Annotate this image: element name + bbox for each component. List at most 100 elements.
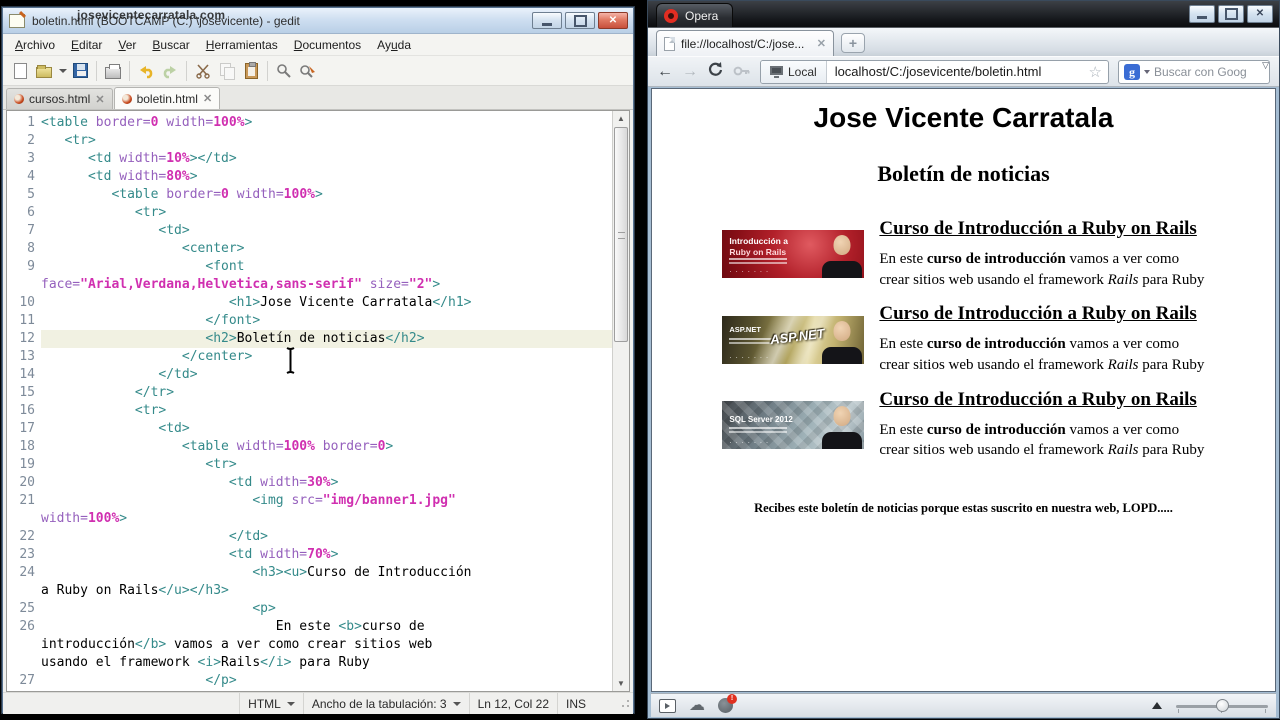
zoom-menu-icon[interactable]	[1152, 702, 1162, 709]
code-line[interactable]: face="Arial,Verdana,Helvetica,sans-serif…	[7, 276, 612, 294]
code-line[interactable]: 16 <tr>	[7, 402, 612, 420]
tab-list-chevron-icon[interactable]: ▽	[1262, 60, 1269, 71]
new-tab-button[interactable]: +	[841, 33, 865, 53]
code-line[interactable]: 19 <tr>	[7, 456, 612, 474]
code-line[interactable]: introducción</b> vamos a ver como crear …	[7, 636, 612, 654]
line-number: 26	[19, 619, 35, 634]
scroll-up-icon[interactable]: ▲	[613, 111, 629, 126]
editor-tab-cursos.html[interactable]: cursos.html ✕	[6, 88, 113, 109]
tab-close-icon[interactable]: ✕	[95, 93, 104, 106]
code-line[interactable]: 27 </p>	[7, 672, 612, 690]
print-icon[interactable]	[101, 59, 125, 83]
scrollbar-thumb[interactable]	[614, 127, 628, 342]
opera-titlebar[interactable]: Opera ✕	[648, 1, 1279, 27]
code-line[interactable]: 3 <td width=10%></td>	[7, 150, 612, 168]
tab-width-selector[interactable]: Ancho de la tabulación: 3	[302, 693, 469, 714]
code-line[interactable]: 8 <center>	[7, 240, 612, 258]
course-heading-link[interactable]: Curso de Introducción a Ruby on Rails	[879, 303, 1211, 325]
reload-icon[interactable]	[707, 61, 724, 83]
gedit-maximize-button[interactable]	[565, 12, 595, 29]
turbo-icon[interactable]: !	[718, 694, 737, 713]
redo-icon[interactable]	[158, 59, 182, 83]
gedit-text-editor[interactable]: 1 <table border=0 width=100%> 2 <tr> 3 <td …	[6, 110, 630, 692]
bookmark-star-icon[interactable]: ☆	[1089, 63, 1108, 81]
opera-restore-button[interactable]	[1218, 5, 1244, 23]
opera-menu-button[interactable]: Opera	[656, 3, 734, 27]
code-line[interactable]: 4 <td width=80%>	[7, 168, 612, 186]
code-line[interactable]: 11 </font>	[7, 312, 612, 330]
gedit-close-button[interactable]: ✕	[598, 12, 628, 29]
code-line[interactable]: 22 </td>	[7, 528, 612, 546]
open-file-icon[interactable]	[32, 59, 56, 83]
local-badge[interactable]: Local	[761, 60, 827, 83]
code-line[interactable]: 15 </tr>	[7, 384, 612, 402]
search-input[interactable]: Buscar con Goog	[1154, 65, 1247, 79]
opera-close-button[interactable]: ✕	[1247, 5, 1273, 23]
find-icon[interactable]	[272, 59, 296, 83]
zoom-slider-handle[interactable]	[1216, 698, 1229, 712]
code-line[interactable]: 21 <img src="img/banner1.jpg"	[7, 492, 612, 510]
scroll-down-icon[interactable]: ▼	[613, 676, 629, 691]
copy-icon[interactable]	[215, 59, 239, 83]
code-line[interactable]: 14 </td>	[7, 366, 612, 384]
code-area[interactable]: 1 <table border=0 width=100%> 2 <tr> 3 <td …	[7, 111, 612, 691]
save-icon[interactable]	[68, 59, 92, 83]
menu-archivo[interactable]: Archivo	[7, 36, 63, 54]
menu-ayuda[interactable]: Ayuda	[369, 36, 419, 54]
browser-tab[interactable]: file://localhost/C:/jose... ✕	[656, 30, 834, 56]
language-selector[interactable]: HTML	[239, 693, 303, 714]
code-line[interactable]: 26 En este <b>curso de	[7, 618, 612, 636]
course-banner-image-aspnet[interactable]: ASP.NET ASP.NET	[722, 315, 865, 364]
code-line[interactable]: 7 <td>	[7, 222, 612, 240]
editor-vertical-scrollbar[interactable]: ▲ ▼	[612, 111, 629, 691]
course-banner-image-sql[interactable]: SQL Server 2012	[722, 400, 865, 449]
code-line[interactable]: 23 <td width=70%>	[7, 546, 612, 564]
code-line[interactable]: a Ruby on Rails</u></h3>	[7, 582, 612, 600]
menu-ver[interactable]: Ver	[110, 36, 144, 54]
resize-grip[interactable]	[619, 697, 631, 710]
code-line[interactable]: width=100%>	[7, 510, 612, 528]
new-document-icon[interactable]	[8, 59, 32, 83]
opera-minimize-button[interactable]	[1189, 5, 1215, 23]
menu-herramientas[interactable]: Herramientas	[198, 36, 286, 54]
tab-close-icon[interactable]: ✕	[203, 92, 212, 105]
menu-editar[interactable]: Editar	[63, 36, 110, 54]
course-heading-link[interactable]: Curso de Introducción a Ruby on Rails	[879, 389, 1211, 411]
gedit-minimize-button[interactable]	[532, 12, 562, 29]
forward-icon[interactable]: →	[682, 63, 698, 80]
tab-close-icon[interactable]: ✕	[817, 37, 826, 50]
code-line[interactable]: 2 <tr>	[7, 132, 612, 150]
find-replace-icon[interactable]	[296, 59, 320, 83]
panel-toggle-icon[interactable]	[659, 698, 676, 713]
cloud-sync-icon[interactable]: ☁	[689, 697, 705, 714]
code-line[interactable]: 20 <td width=30%>	[7, 474, 612, 492]
code-line[interactable]: usando el framework <i>Rails</i> para Ru…	[7, 654, 612, 672]
code-line[interactable]: 18 <table width=100% border=0>	[7, 438, 612, 456]
search-box[interactable]: g Buscar con Goog	[1118, 59, 1270, 84]
search-engine-caret-icon[interactable]	[1144, 69, 1150, 74]
menu-buscar[interactable]: Buscar	[144, 36, 197, 54]
code-line[interactable]: 5 <table border=0 width=100%>	[7, 186, 612, 204]
gedit-titlebar[interactable]: boletin.html (BOOTCAMP (C:) \josevicente…	[3, 8, 633, 34]
code-line[interactable]: 25 <p>	[7, 600, 612, 618]
code-line[interactable]: 1 <table border=0 width=100%>	[7, 114, 612, 132]
zoom-slider[interactable]	[1176, 698, 1268, 714]
course-banner-image-ruby[interactable]: Introducción aRuby on Rails	[722, 230, 865, 279]
editor-tab-boletin.html[interactable]: boletin.html ✕	[113, 87, 221, 109]
current-code-line[interactable]: 12 <h2>Boletín de noticias</h2>	[7, 330, 612, 348]
paste-icon[interactable]	[239, 59, 263, 83]
open-dropdown-icon[interactable]	[56, 59, 68, 83]
address-bar[interactable]: Local localhost/C:/josevicente/boletin.h…	[760, 59, 1109, 84]
code-line[interactable]: 10 <h1>Jose Vicente Carratala</h1>	[7, 294, 612, 312]
code-line[interactable]: 24 <h3><u>Curso de Introducción	[7, 564, 612, 582]
undo-icon[interactable]	[134, 59, 158, 83]
course-heading-link[interactable]: Curso de Introducción a Ruby on Rails	[879, 218, 1211, 240]
back-icon[interactable]: ←	[657, 63, 673, 80]
cut-icon[interactable]	[191, 59, 215, 83]
code-line[interactable]: 6 <tr>	[7, 204, 612, 222]
code-line[interactable]: 17 <td>	[7, 420, 612, 438]
url-field[interactable]: localhost/C:/josevicente/boletin.html	[827, 64, 1089, 79]
menu-documentos[interactable]: Documentos	[286, 36, 369, 54]
code-line[interactable]: 9 <font	[7, 258, 612, 276]
code-line[interactable]: 13 </center>	[7, 348, 612, 366]
